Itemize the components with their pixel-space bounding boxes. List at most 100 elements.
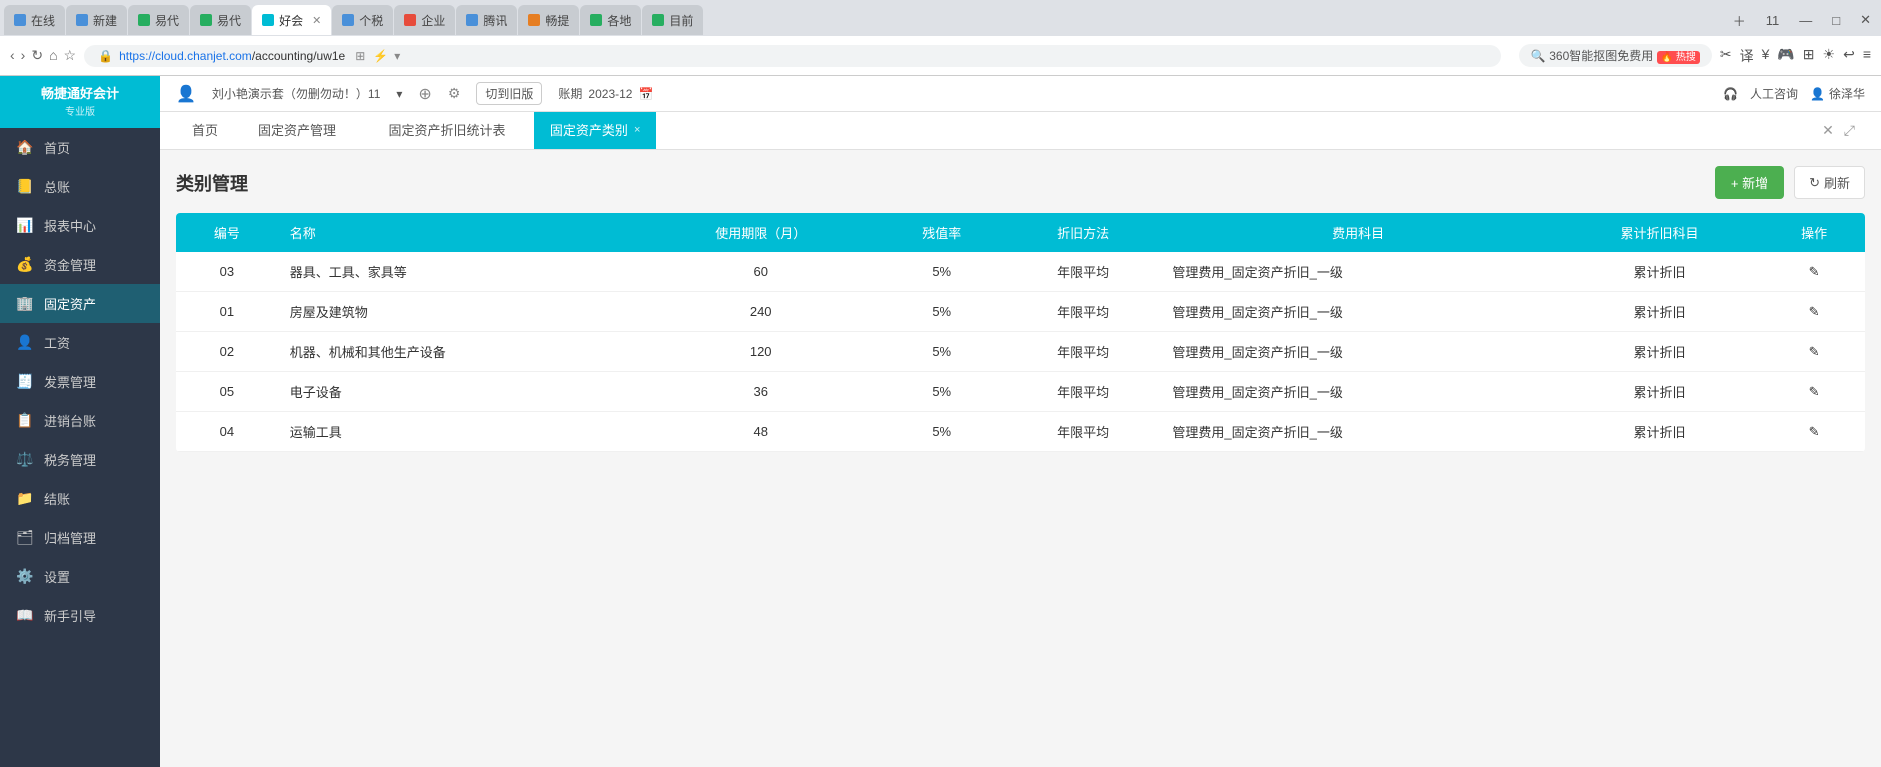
sidebar-item-10[interactable]: 🗂归档管理 — [0, 518, 160, 557]
close-panel-btn[interactable]: ✕ — [1822, 122, 1834, 139]
cell-code-1[interactable]: 01 — [176, 292, 278, 332]
switch-version-btn[interactable]: 切到旧版 — [476, 82, 542, 105]
edit-btn-4[interactable]: ✎ — [1763, 412, 1865, 452]
breadcrumb-close-2[interactable]: × — [511, 124, 517, 136]
close-btn[interactable]: ✕ — [1854, 10, 1877, 30]
maximize-btn[interactable]: □ — [1826, 11, 1846, 30]
browser-tab-2[interactable]: 新建 — [66, 5, 127, 35]
lock-icon: 🔒 — [98, 49, 113, 63]
edit-btn-2[interactable]: ✎ — [1763, 332, 1865, 372]
sidebar-label-5: 工资 — [44, 333, 70, 352]
tab-favicon — [652, 14, 664, 26]
top-bar: 👤 刘小艳演示套（勿删勿动！）11 ▾ ⊕ ⚙ 切到旧版 账期 2023-12 … — [160, 76, 1881, 112]
new-tab-btn[interactable]: ＋ — [1727, 9, 1752, 32]
browser-tab-3[interactable]: 易代 — [128, 5, 189, 35]
cell-period-3: 36 — [644, 372, 878, 412]
edit-btn-3[interactable]: ✎ — [1763, 372, 1865, 412]
sidebar-item-3[interactable]: 💰资金管理 — [0, 245, 160, 284]
bookmark-btn[interactable]: ☆ — [64, 47, 77, 64]
main-content: 👤 刘小艳演示套（勿删勿动！）11 ▾ ⊕ ⚙ 切到旧版 账期 2023-12 … — [160, 76, 1881, 767]
back-btn[interactable]: ‹ — [10, 47, 15, 64]
period-value: 2023-12 — [588, 87, 632, 101]
col-header-7: 操作 — [1763, 213, 1865, 252]
cell-code-0[interactable]: 03 — [176, 252, 278, 292]
sidebar-logo: 畅捷通好会计 专业版 — [0, 76, 160, 128]
sidebar-label-4: 固定资产 — [44, 294, 96, 313]
refresh-button[interactable]: ↻ 刷新 — [1794, 166, 1865, 199]
sun-icon[interactable]: ☀ — [1823, 46, 1836, 66]
browser-tab-8[interactable]: 腾讯 — [456, 5, 517, 35]
cell-accum-1: 累计折旧 — [1556, 292, 1763, 332]
sidebar-item-5[interactable]: 👤工资 — [0, 323, 160, 362]
browser-tab-9[interactable]: 畅提 — [518, 5, 579, 35]
sidebar-item-2[interactable]: 📊报表中心 — [0, 206, 160, 245]
forward-btn[interactable]: › — [21, 47, 26, 64]
sidebar-item-8[interactable]: ⚖️税务管理 — [0, 440, 160, 479]
sidebar-item-1[interactable]: 📒总账 — [0, 167, 160, 206]
grid-icon[interactable]: ⊞ — [1803, 46, 1815, 66]
breadcrumb-close-1[interactable]: × — [342, 124, 348, 136]
sidebar-item-4[interactable]: 🏢固定资产 — [0, 284, 160, 323]
sidebar-icon-7: 📋 — [16, 412, 34, 429]
breadcrumb-tab-0[interactable]: 首页 — [176, 112, 234, 149]
breadcrumb-tab-1[interactable]: 固定资产管理× — [242, 112, 364, 149]
reload-btn[interactable]: ↻ — [31, 47, 43, 64]
tab-favicon — [76, 14, 88, 26]
breadcrumb-tab-3[interactable]: 固定资产类别× — [534, 112, 656, 149]
add-account-btn[interactable]: ⊕ — [418, 84, 431, 104]
url-box[interactable]: 🔒 https://cloud.chanjet.com/accounting/u… — [84, 45, 1501, 67]
home-btn[interactable]: ⌂ — [49, 47, 57, 64]
sidebar-item-0[interactable]: 🏠首页 — [0, 128, 160, 167]
browser-tab-1[interactable]: 在线 — [4, 5, 65, 35]
sidebar-item-9[interactable]: 📁结账 — [0, 479, 160, 518]
game-icon[interactable]: 🎮 — [1777, 46, 1794, 66]
sidebar-item-11[interactable]: ⚙️设置 — [0, 557, 160, 596]
cell-code-4[interactable]: 04 — [176, 412, 278, 452]
search-label: 360智能抠图免费用 — [1549, 49, 1653, 63]
search-box[interactable]: 🔍 360智能抠图免费用 🔥 热搜 — [1519, 44, 1712, 67]
cell-code-3[interactable]: 05 — [176, 372, 278, 412]
tab-favicon — [14, 14, 26, 26]
edit-btn-0[interactable]: ✎ — [1763, 252, 1865, 292]
browser-tab-4[interactable]: 易代 — [190, 5, 251, 35]
cell-name-1: 房屋及建筑物 — [278, 292, 644, 332]
cell-code-2[interactable]: 02 — [176, 332, 278, 372]
browser-tab-6[interactable]: 个税 — [332, 5, 393, 35]
sidebar-icon-11: ⚙️ — [16, 568, 34, 585]
tab-close-btn[interactable]: ✕ — [312, 14, 321, 27]
menu-icon[interactable]: ≡ — [1863, 46, 1871, 66]
support-label[interactable]: 人工咨询 — [1750, 85, 1798, 102]
undo-icon[interactable]: ↩ — [1843, 46, 1855, 66]
settings-icon[interactable]: ⚙ — [448, 85, 461, 102]
calendar-icon[interactable]: 📅 — [638, 87, 653, 101]
expand-btn[interactable]: ⤢ — [1844, 122, 1855, 139]
minimize-btn[interactable]: — — [1793, 11, 1818, 30]
edit-btn-1[interactable]: ✎ — [1763, 292, 1865, 332]
browser-tab-7[interactable]: 企业 — [394, 5, 455, 35]
dropdown-icon[interactable]: ▾ — [394, 49, 400, 63]
dropdown-arrow[interactable]: ▾ — [396, 87, 402, 101]
breadcrumb-tabs-area: 首页固定资产管理×固定资产折旧统计表×固定资产类别× — [176, 112, 1812, 149]
cell-name-3: 电子设备 — [278, 372, 644, 412]
breadcrumb-close-3[interactable]: × — [634, 124, 640, 136]
sidebar-item-12[interactable]: 📖新手引导 — [0, 596, 160, 635]
breadcrumb-tab-2[interactable]: 固定资产折旧统计表 × — [372, 112, 533, 149]
breadcrumb-label-2: 固定资产折旧统计表 — [388, 120, 505, 139]
scissors-icon[interactable]: ✂ — [1720, 46, 1732, 66]
table-row: 03器具、工具、家具等605%年限平均管理费用_固定资产折旧_一级累计折旧✎ — [176, 252, 1865, 292]
browser-tab-11[interactable]: 目前 — [642, 5, 703, 35]
currency-icon[interactable]: ¥ — [1762, 46, 1770, 66]
translate-icon[interactable]: 译 — [1740, 46, 1754, 66]
sidebar-icon-1: 📒 — [16, 178, 34, 195]
boost-icon[interactable]: ⚡ — [373, 49, 388, 63]
browser-tab-10[interactable]: 各地 — [580, 5, 641, 35]
site-info-icon[interactable]: ⊞ — [355, 49, 365, 63]
sidebar-label-9: 结账 — [44, 489, 70, 508]
sidebar-icon-2: 📊 — [16, 217, 34, 234]
browser-tab-5[interactable]: 好会✕ — [252, 5, 331, 35]
tab-count: 11 — [1760, 11, 1786, 30]
user-avatar-area: 👤 徐泽华 — [1810, 85, 1865, 102]
sidebar-item-6[interactable]: 🧾发票管理 — [0, 362, 160, 401]
add-button[interactable]: + 新增 — [1715, 166, 1784, 199]
sidebar-item-7[interactable]: 📋进销台账 — [0, 401, 160, 440]
